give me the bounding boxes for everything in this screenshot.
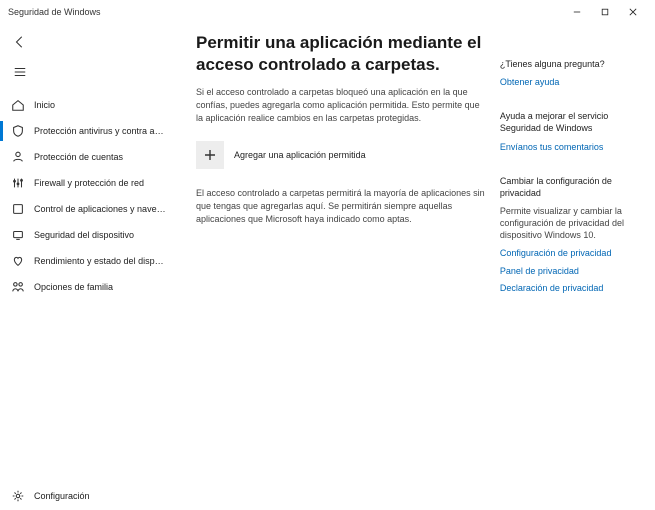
privacy-heading: Cambiar la configuración de privacidad xyxy=(500,175,637,199)
privacy-settings-link[interactable]: Configuración de privacidad xyxy=(500,247,637,259)
hamburger-button[interactable] xyxy=(4,58,36,86)
privacy-declaration-link[interactable]: Declaración de privacidad xyxy=(500,282,637,294)
intro-text: Si el acceso controlado a carpetas bloqu… xyxy=(196,86,488,125)
person-icon xyxy=(10,150,26,164)
privacy-desc: Permite visualizar y cambiar la configur… xyxy=(500,205,637,241)
nav-label: Protección antivirus y contra amenazas xyxy=(34,126,168,136)
maximize-button[interactable] xyxy=(591,0,619,24)
nav-label: Inicio xyxy=(34,100,55,110)
nav-label: Firewall y protección de red xyxy=(34,178,144,188)
help-link[interactable]: Obtener ayuda xyxy=(500,76,637,88)
nav-list: Inicio Protección antivirus y contra ame… xyxy=(0,92,176,300)
nav-item-device-security[interactable]: Seguridad del dispositivo xyxy=(0,222,176,248)
nav-item-home[interactable]: Inicio xyxy=(0,92,176,118)
nav-item-health[interactable]: Rendimiento y estado del dispositivo xyxy=(0,248,176,274)
help-heading: ¿Tienes alguna pregunta? xyxy=(500,58,637,70)
note-text: El acceso controlado a carpetas permitir… xyxy=(196,187,488,226)
feedback-link[interactable]: Envíanos tus comentarios xyxy=(500,141,637,153)
firewall-icon xyxy=(10,176,26,190)
nav-label: Seguridad del dispositivo xyxy=(34,230,134,240)
nav-label: Rendimiento y estado del dispositivo xyxy=(34,256,168,266)
app-icon xyxy=(10,202,26,216)
nav-item-settings[interactable]: Configuración xyxy=(0,482,176,510)
nav-label: Protección de cuentas xyxy=(34,152,123,162)
page-title: Permitir una aplicación mediante el acce… xyxy=(196,32,488,76)
titlebar: Seguridad de Windows xyxy=(0,0,655,24)
nav-item-firewall[interactable]: Firewall y protección de red xyxy=(0,170,176,196)
family-icon xyxy=(10,280,26,294)
right-panel: ¿Tienes alguna pregunta? Obtener ayuda A… xyxy=(500,32,637,510)
window-title: Seguridad de Windows xyxy=(8,7,101,17)
settings-label: Configuración xyxy=(34,491,90,501)
nav-label: Opciones de familia xyxy=(34,282,113,292)
device-icon xyxy=(10,228,26,242)
nav-item-app[interactable]: Control de aplicaciones y navegador xyxy=(0,196,176,222)
main: Permitir una aplicación mediante el acce… xyxy=(176,24,655,510)
privacy-panel-link[interactable]: Panel de privacidad xyxy=(500,265,637,277)
heart-icon xyxy=(10,254,26,268)
home-icon xyxy=(10,98,26,112)
close-button[interactable] xyxy=(619,0,647,24)
nav-item-account[interactable]: Protección de cuentas xyxy=(0,144,176,170)
improve-heading: Ayuda a mejorar el servicio Seguridad de… xyxy=(500,110,637,134)
shield-icon xyxy=(10,124,26,138)
nav-item-virus[interactable]: Protección antivirus y contra amenazas xyxy=(0,118,176,144)
minimize-button[interactable] xyxy=(563,0,591,24)
help-block: ¿Tienes alguna pregunta? Obtener ayuda xyxy=(500,58,637,88)
plus-icon xyxy=(196,141,224,169)
privacy-block: Cambiar la configuración de privacidad P… xyxy=(500,175,637,294)
improve-block: Ayuda a mejorar el servicio Seguridad de… xyxy=(500,110,637,152)
content-area: Permitir una aplicación mediante el acce… xyxy=(196,32,500,510)
back-button[interactable] xyxy=(4,28,36,56)
add-app-label: Agregar una aplicación permitida xyxy=(234,150,366,160)
nav-item-family[interactable]: Opciones de familia xyxy=(0,274,176,300)
nav-label: Control de aplicaciones y navegador xyxy=(34,204,168,214)
sidebar: Inicio Protección antivirus y contra ame… xyxy=(0,24,176,510)
add-app-button[interactable]: Agregar una aplicación permitida xyxy=(196,137,488,173)
gear-icon xyxy=(10,489,26,503)
